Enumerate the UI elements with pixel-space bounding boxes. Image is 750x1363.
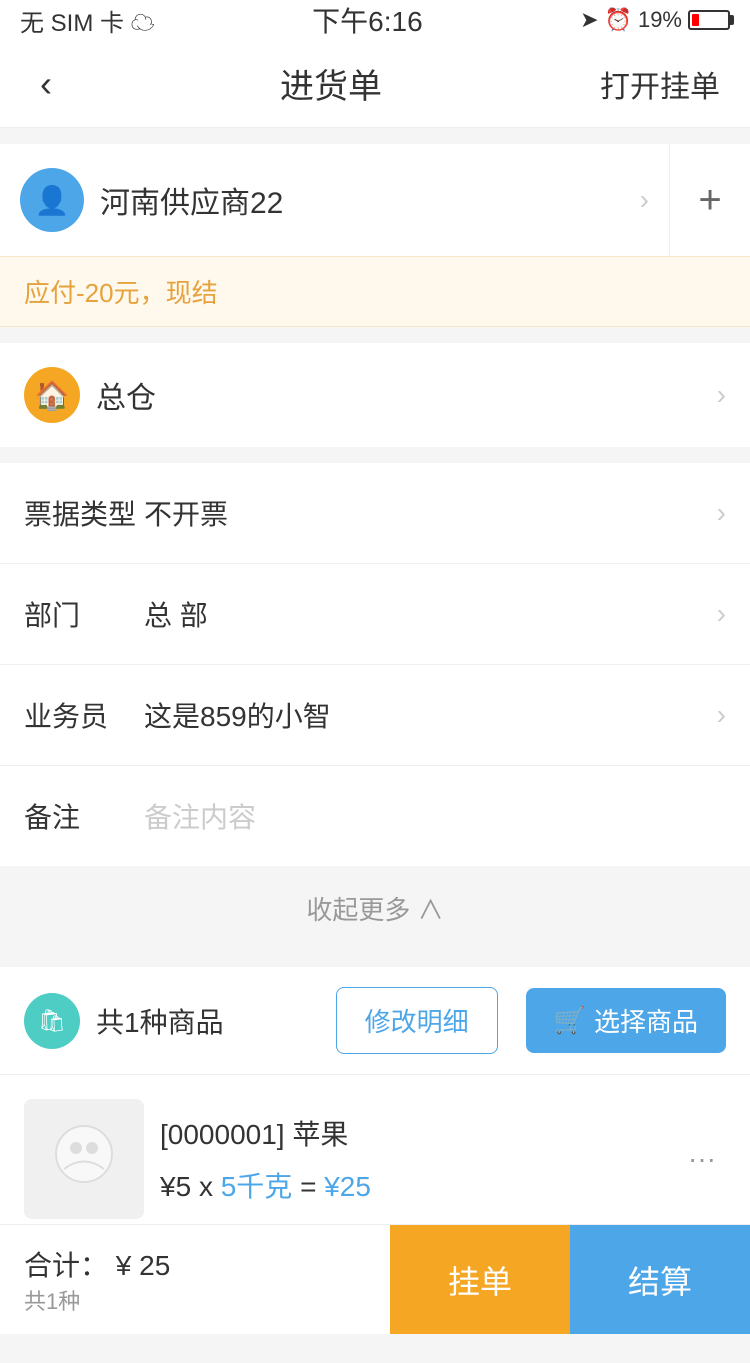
select-product-label: 选择商品 <box>594 1002 698 1039</box>
status-right: ➤ ⏰ 19% <box>580 7 730 33</box>
select-product-button[interactable]: 🛒 选择商品 <box>526 988 726 1053</box>
remark-label: 备注 <box>24 796 144 836</box>
main-content: 👤 河南供应商22 › + 应付-20元，现结 🏠 总仓 › 票据类型 不开票 … <box>0 144 750 1363</box>
battery-icon <box>688 10 730 30</box>
product-item: [0000001] 苹果 ¥5 x 5千克 = ¥25 ··· <box>0 1075 750 1243</box>
avatar-icon: 👤 <box>35 184 70 217</box>
status-time: 下午6:16 <box>312 0 423 40</box>
nav-bar: ‹ 进货单 打开挂单 <box>0 40 750 128</box>
product-title: 苹果 <box>292 1119 348 1150</box>
supplier-avatar: 👤 <box>20 168 84 232</box>
status-left: 无 SIM 卡 ☁ <box>20 3 155 38</box>
total-price: ¥25 <box>324 1171 371 1202</box>
supplier-name: 河南供应商22 <box>100 178 624 222</box>
remark-value: 备注内容 <box>144 796 726 836</box>
total-amount: ¥ 25 <box>116 1250 171 1281</box>
total-sub: 共1种 <box>24 1284 366 1316</box>
supplier-notice: 应付-20元，现结 <box>0 256 750 327</box>
battery-percent: 19% <box>638 7 682 33</box>
total-label: 合计： <box>24 1250 108 1281</box>
home-icon: 🏠 <box>35 379 70 412</box>
product-name: [0000001] 苹果 <box>160 1113 662 1153</box>
quantity: 5千克 <box>221 1171 293 1202</box>
salesman-row[interactable]: 业务员 这是859的小智 › <box>0 665 750 766</box>
bag-icon: 🛍 <box>38 1008 66 1034</box>
form-section: 票据类型 不开票 › 部门 总 部 › 业务员 这是859的小智 › 备注 备注… <box>0 463 750 866</box>
battery-fill <box>692 14 699 26</box>
products-count: 共1种商品 <box>96 1001 320 1041</box>
checkout-button[interactable]: 结算 <box>570 1225 750 1334</box>
warehouse-icon: 🏠 <box>24 367 80 423</box>
product-info: [0000001] 苹果 ¥5 x 5千克 = ¥25 <box>160 1113 662 1205</box>
chevron-right-icon: › <box>717 598 726 630</box>
invoice-type-row[interactable]: 票据类型 不开票 › <box>0 463 750 564</box>
department-row[interactable]: 部门 总 部 › <box>0 564 750 665</box>
alarm-icon: ⏰ <box>605 7 632 33</box>
price-separator: x <box>199 1171 221 1202</box>
sim-status: 无 SIM 卡 ☁ <box>20 3 155 38</box>
supplier-section: 👤 河南供应商22 › + 应付-20元，现结 <box>0 144 750 327</box>
collapse-bar[interactable]: 收起更多 ∧ <box>0 866 750 951</box>
total-row: 合计： ¥ 25 <box>24 1244 366 1284</box>
supplier-row: 👤 河南供应商22 › + <box>0 144 750 256</box>
chevron-right-icon: › <box>717 379 726 411</box>
warehouse-section: 🏠 总仓 › <box>0 343 750 447</box>
back-button[interactable]: ‹ <box>30 53 62 115</box>
modify-detail-button[interactable]: 修改明细 <box>336 987 498 1054</box>
chevron-right-icon: › <box>640 184 649 216</box>
product-more-button[interactable]: ··· <box>678 1133 726 1185</box>
invoice-type-label: 票据类型 <box>24 493 144 533</box>
products-header: 🛍 共1种商品 修改明细 🛒 选择商品 <box>0 967 750 1075</box>
warehouse-name: 总仓 <box>96 373 701 417</box>
salesman-label: 业务员 <box>24 695 144 735</box>
unit-price: ¥5 <box>160 1171 191 1202</box>
invoice-type-value: 不开票 <box>144 493 717 533</box>
product-thumbnail <box>24 1099 144 1219</box>
product-thumb-icon <box>54 1124 114 1194</box>
add-supplier-button[interactable]: + <box>670 144 750 256</box>
hang-button[interactable]: 挂单 <box>390 1225 570 1334</box>
page-title: 进货单 <box>280 59 382 108</box>
remark-row[interactable]: 备注 备注内容 <box>0 766 750 866</box>
open-hang-button[interactable]: 打开挂单 <box>600 62 720 106</box>
total-section: 合计： ¥ 25 共1种 <box>0 1225 390 1334</box>
product-icon: 🛍 <box>24 993 80 1049</box>
location-icon: ➤ <box>580 7 598 33</box>
salesman-value: 这是859的小智 <box>144 695 717 735</box>
warehouse-select-button[interactable]: 🏠 总仓 › <box>0 343 750 447</box>
product-code: [0000001] <box>160 1119 285 1150</box>
department-value: 总 部 <box>144 594 717 634</box>
chevron-right-icon: › <box>717 497 726 529</box>
select-product-icon: 🛒 <box>554 1005 586 1036</box>
status-bar: 无 SIM 卡 ☁ 下午6:16 ➤ ⏰ 19% <box>0 0 750 40</box>
product-price: ¥5 x 5千克 = ¥25 <box>160 1165 662 1205</box>
supplier-select-button[interactable]: 👤 河南供应商22 › <box>0 144 670 256</box>
chevron-right-icon: › <box>717 699 726 731</box>
equals-sign: = <box>300 1171 324 1202</box>
department-label: 部门 <box>24 594 144 634</box>
bottom-bar: 合计： ¥ 25 共1种 挂单 结算 <box>0 1224 750 1334</box>
